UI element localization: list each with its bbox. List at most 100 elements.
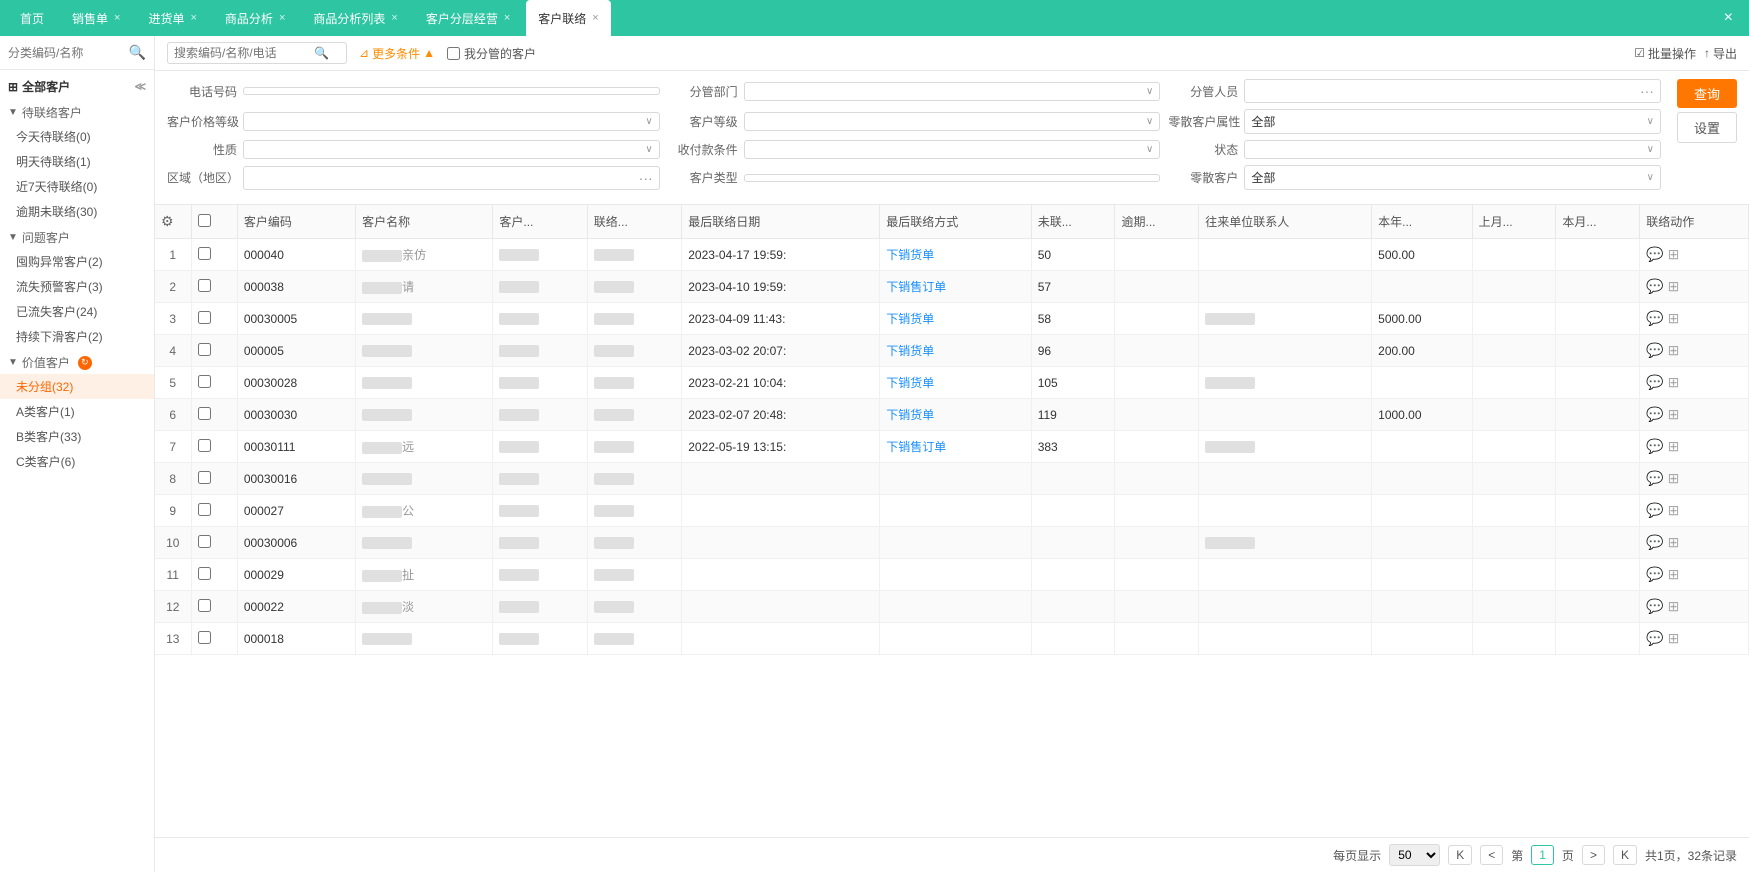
batch-operation-btn[interactable]: ☑ 批量操作 bbox=[1634, 45, 1696, 62]
last-way-link[interactable]: 下销货单 bbox=[886, 344, 934, 358]
last-way-link[interactable]: 下销货单 bbox=[886, 248, 934, 262]
chat-icon[interactable]: 💬 bbox=[1646, 374, 1663, 391]
page-size-select[interactable]: 50 100 200 bbox=[1389, 844, 1440, 866]
sidebar-item-churned[interactable]: 已流失客户(24) bbox=[0, 299, 154, 324]
grid-action-icon[interactable]: ⊞ bbox=[1668, 470, 1680, 487]
settings-icon[interactable]: ⚙ bbox=[161, 213, 174, 229]
row-checkbox[interactable] bbox=[198, 503, 211, 516]
row-checkbox[interactable] bbox=[198, 343, 211, 356]
nature-input[interactable]: ∨ bbox=[243, 140, 660, 159]
chat-icon[interactable]: 💬 bbox=[1646, 342, 1663, 359]
main-search-icon[interactable]: 🔍 bbox=[314, 46, 329, 60]
chat-icon[interactable]: 💬 bbox=[1646, 598, 1663, 615]
row-checkbox[interactable] bbox=[198, 535, 211, 548]
dept-input[interactable]: ∨ bbox=[744, 82, 1161, 101]
row-checkbox[interactable] bbox=[198, 471, 211, 484]
row-checkbox[interactable] bbox=[198, 375, 211, 388]
price-level-input[interactable]: ∨ bbox=[243, 112, 660, 131]
chat-icon[interactable]: 💬 bbox=[1646, 470, 1663, 487]
sidebar-item-class-c[interactable]: C类客户(6) bbox=[0, 449, 154, 474]
chat-icon[interactable]: 💬 bbox=[1646, 534, 1663, 551]
grid-action-icon[interactable]: ⊞ bbox=[1668, 246, 1680, 263]
tab-sales-close[interactable]: × bbox=[114, 12, 120, 24]
status-input[interactable]: ∨ bbox=[1244, 140, 1661, 159]
tab-sales[interactable]: 销售单 × bbox=[60, 0, 132, 36]
last-way-link[interactable]: 下销售订单 bbox=[886, 280, 946, 294]
query-button[interactable]: 查询 bbox=[1677, 79, 1737, 108]
grid-action-icon[interactable]: ⊞ bbox=[1668, 438, 1680, 455]
sidebar-item-overdue[interactable]: 逾期未联络(30) bbox=[0, 199, 154, 224]
sidebar-item-tomorrow[interactable]: 明天待联络(1) bbox=[0, 149, 154, 174]
row-checkbox[interactable] bbox=[198, 599, 211, 612]
chat-icon[interactable]: 💬 bbox=[1646, 310, 1663, 327]
last-page-btn[interactable]: K bbox=[1613, 845, 1637, 865]
sidebar-item-abnormal[interactable]: 囤购异常客户(2) bbox=[0, 249, 154, 274]
chat-icon[interactable]: 💬 bbox=[1646, 406, 1663, 423]
tab-customer-tier-close[interactable]: × bbox=[504, 12, 510, 24]
col-resizer-code[interactable] bbox=[351, 205, 355, 238]
close-all-tabs[interactable]: × bbox=[1716, 9, 1741, 27]
last-way-link[interactable]: 下销售订单 bbox=[886, 440, 946, 454]
grid-action-icon[interactable]: ⊞ bbox=[1668, 598, 1680, 615]
prev-page-btn[interactable]: < bbox=[1480, 845, 1503, 865]
sidebar-item-class-a[interactable]: A类客户(1) bbox=[0, 399, 154, 424]
sidebar-item-today[interactable]: 今天待联络(0) bbox=[0, 124, 154, 149]
next-page-btn[interactable]: > bbox=[1582, 845, 1605, 865]
chat-icon[interactable]: 💬 bbox=[1646, 630, 1663, 647]
tab-customer-tier[interactable]: 客户分层经营 × bbox=[414, 0, 522, 36]
customer-type-input[interactable] bbox=[744, 174, 1161, 182]
row-checkbox[interactable] bbox=[198, 439, 211, 452]
region-input[interactable]: ··· bbox=[243, 166, 660, 190]
tab-analysis-list[interactable]: 商品分析列表 × bbox=[301, 0, 409, 36]
chat-icon[interactable]: 💬 bbox=[1646, 566, 1663, 583]
tab-home[interactable]: 首页 bbox=[8, 0, 56, 36]
tab-purchase-close[interactable]: × bbox=[190, 12, 196, 24]
row-checkbox[interactable] bbox=[198, 567, 211, 580]
grid-action-icon[interactable]: ⊞ bbox=[1668, 566, 1680, 583]
export-btn[interactable]: ↑ 导出 bbox=[1704, 45, 1737, 62]
row-checkbox[interactable] bbox=[198, 407, 211, 420]
more-conditions-btn[interactable]: ⊿ 更多条件 ▲ bbox=[359, 45, 435, 62]
th-settings[interactable]: ⚙ bbox=[155, 205, 191, 239]
main-search-input[interactable] bbox=[174, 46, 314, 60]
row-checkbox[interactable] bbox=[198, 311, 211, 324]
grid-action-icon[interactable]: ⊞ bbox=[1668, 310, 1680, 327]
retail-customer-input[interactable]: 全部 ∨ bbox=[1244, 165, 1661, 190]
grid-action-icon[interactable]: ⊞ bbox=[1668, 630, 1680, 647]
all-customers-label[interactable]: ⊞ 全部客户 ≪ bbox=[0, 70, 154, 99]
chat-icon[interactable]: 💬 bbox=[1646, 246, 1663, 263]
last-way-link[interactable]: 下销货单 bbox=[886, 408, 934, 422]
row-checkbox[interactable] bbox=[198, 279, 211, 292]
sidebar-collapse-icon[interactable]: ≪ bbox=[134, 80, 146, 93]
my-customers-checkbox[interactable] bbox=[447, 47, 460, 60]
manager-input[interactable]: ··· bbox=[1244, 79, 1661, 103]
sidebar-search-icon[interactable]: 🔍 bbox=[129, 44, 146, 61]
tab-customer-contact-close[interactable]: × bbox=[592, 12, 598, 24]
grid-action-icon[interactable]: ⊞ bbox=[1668, 342, 1680, 359]
sidebar-item-declining[interactable]: 持续下滑客户(2) bbox=[0, 324, 154, 349]
sidebar-item-churn-warning[interactable]: 流失预警客户(3) bbox=[0, 274, 154, 299]
select-all-checkbox[interactable] bbox=[198, 214, 211, 227]
tab-purchase[interactable]: 进货单 × bbox=[136, 0, 208, 36]
tab-analysis-close[interactable]: × bbox=[279, 12, 285, 24]
grid-action-icon[interactable]: ⊞ bbox=[1668, 374, 1680, 391]
grid-action-icon[interactable]: ⊞ bbox=[1668, 406, 1680, 423]
grid-action-icon[interactable]: ⊞ bbox=[1668, 534, 1680, 551]
chat-icon[interactable]: 💬 bbox=[1646, 502, 1663, 519]
sidebar-group-pending[interactable]: ▼ 待联络客户 bbox=[0, 99, 154, 124]
grid-action-icon[interactable]: ⊞ bbox=[1668, 502, 1680, 519]
chat-icon[interactable]: 💬 bbox=[1646, 278, 1663, 295]
last-way-link[interactable]: 下销货单 bbox=[886, 376, 934, 390]
sidebar-item-class-b[interactable]: B类客户(33) bbox=[0, 424, 154, 449]
tab-customer-contact[interactable]: 客户联络 × bbox=[526, 0, 610, 36]
tab-analysis[interactable]: 商品分析 × bbox=[213, 0, 297, 36]
chat-icon[interactable]: 💬 bbox=[1646, 438, 1663, 455]
last-way-link[interactable]: 下销货单 bbox=[886, 312, 934, 326]
row-checkbox[interactable] bbox=[198, 247, 211, 260]
customer-level-input[interactable]: ∨ bbox=[744, 112, 1161, 131]
phone-input[interactable] bbox=[243, 87, 660, 95]
sidebar-item-7days[interactable]: 近7天待联络(0) bbox=[0, 174, 154, 199]
reset-button[interactable]: 设置 bbox=[1677, 112, 1737, 143]
row-checkbox[interactable] bbox=[198, 631, 211, 644]
sidebar-group-problem[interactable]: ▼ 问题客户 bbox=[0, 224, 154, 249]
